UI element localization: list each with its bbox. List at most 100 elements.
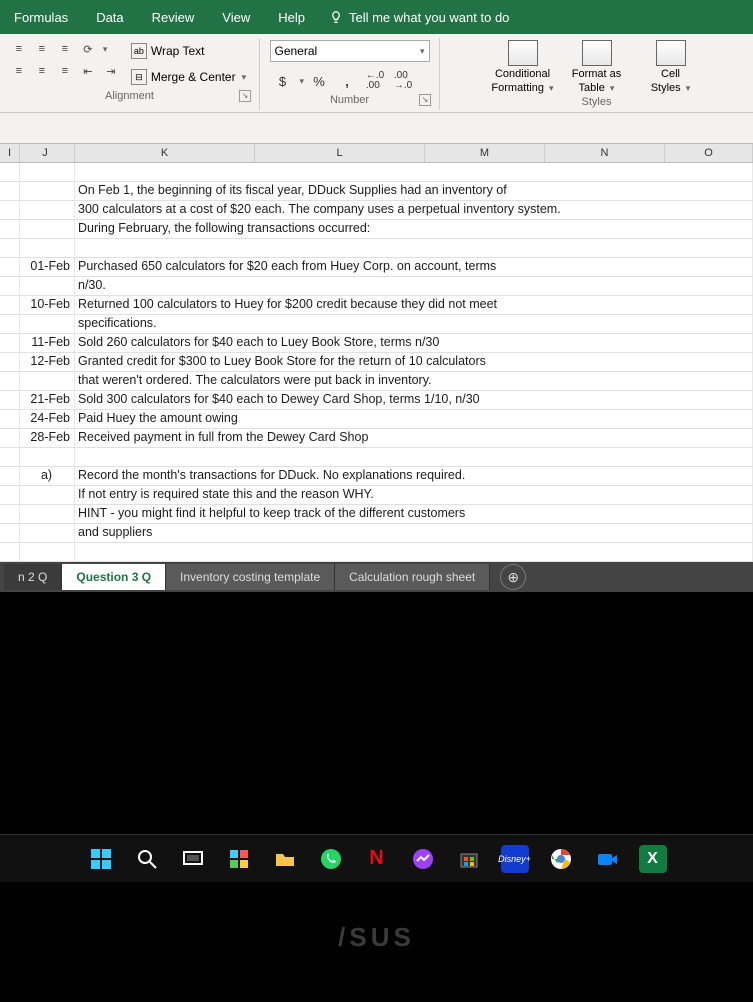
cell-text[interactable]: Granted credit for $300 to Luey Book Sto… [75, 353, 753, 371]
cell-date[interactable]: 21-Feb [20, 391, 75, 409]
conditional-formatting-icon [508, 40, 538, 66]
wrap-text-icon: ab [131, 43, 147, 59]
cell-text[interactable]: specifications. [75, 315, 753, 333]
conditional-formatting-button[interactable]: Conditional Formatting ▾ [491, 40, 555, 94]
sheet-tab-inventory[interactable]: Inventory costing template [166, 564, 335, 590]
laptop-brand-logo: /SUS [0, 902, 753, 972]
sheet-tab-bar: n 2 Q Question 3 Q Inventory costing tem… [0, 562, 753, 592]
cell-text[interactable]: and suppliers [75, 524, 753, 542]
wrap-text-label: Wrap Text [151, 44, 205, 58]
new-sheet-button[interactable]: ⊕ [500, 564, 526, 590]
cell-date[interactable]: 01-Feb [20, 258, 75, 276]
col-I[interactable]: I [0, 144, 20, 162]
cell-text[interactable]: n/30. [75, 277, 753, 295]
cell-text[interactable]: If not entry is required state this and … [75, 486, 753, 504]
format-as-table-button[interactable]: Format as Table ▾ [565, 40, 629, 94]
netflix-icon[interactable]: N [363, 845, 391, 873]
col-J[interactable]: J [20, 144, 75, 162]
col-N[interactable]: N [545, 144, 665, 162]
tab-formulas[interactable]: Formulas [0, 0, 82, 34]
cell-date[interactable]: 24-Feb [20, 410, 75, 428]
lightbulb-icon [329, 10, 343, 24]
start-icon[interactable] [87, 845, 115, 873]
cell-date[interactable]: 11-Feb [20, 334, 75, 352]
ribbon: ≡ ≡ ≡ ⟳ ▾ ≡ ≡ ≡ ⇤ ⇥ [0, 34, 753, 113]
decrease-indent-icon[interactable]: ⇤ [78, 62, 98, 80]
cell-text[interactable]: Received payment in full from the Dewey … [75, 429, 753, 447]
windows-taskbar: N Disney+ X [0, 834, 753, 882]
task-view-icon[interactable] [179, 845, 207, 873]
search-icon[interactable] [133, 845, 161, 873]
cell-text[interactable]: HINT - you might find it helpful to keep… [75, 505, 753, 523]
cs-l2: Styles [651, 82, 681, 94]
widgets-icon[interactable] [225, 845, 253, 873]
cell-text[interactable]: Paid Huey the amount owing [75, 410, 753, 428]
orientation-caret-icon[interactable]: ▾ [103, 44, 108, 55]
number-format-caret-icon: ▾ [420, 46, 425, 57]
messenger-icon[interactable] [409, 845, 437, 873]
merge-center-button[interactable]: ⊟ Merge & Center ▾ [127, 66, 250, 88]
number-format-value: General [275, 44, 318, 58]
tell-me-search[interactable]: Tell me what you want to do [329, 10, 509, 25]
wrap-text-button[interactable]: ab Wrap Text [127, 40, 250, 62]
accounting-caret-icon[interactable]: ▾ [300, 76, 305, 87]
decrease-decimal-button[interactable]: .00→.0 [390, 70, 416, 92]
cell-text[interactable]: Sold 300 calculators for $40 each to Dew… [75, 391, 753, 409]
cell-date[interactable]: 12-Feb [20, 353, 75, 371]
styles-group-label: Styles [446, 94, 747, 110]
col-K[interactable]: K [75, 144, 255, 162]
chrome-icon[interactable] [547, 845, 575, 873]
cond-l1: Conditional [495, 68, 550, 80]
number-dialog-launcher[interactable]: ↘ [419, 94, 431, 106]
cell-date[interactable]: 10-Feb [20, 296, 75, 314]
align-top-icon[interactable]: ≡ [9, 40, 29, 58]
microsoft-store-icon[interactable] [455, 845, 483, 873]
grid[interactable]: On Feb 1, the beginning of its fiscal ye… [0, 163, 753, 562]
increase-indent-icon[interactable]: ⇥ [101, 62, 121, 80]
excel-icon[interactable]: X [639, 845, 667, 873]
sheet-tab-question3[interactable]: Question 3 Q [62, 564, 166, 590]
number-format-dropdown[interactable]: General ▾ [270, 40, 430, 62]
cell-text[interactable]: On Feb 1, the beginning of its fiscal ye… [75, 182, 753, 200]
col-L[interactable]: L [255, 144, 425, 162]
sheet-tab-calc[interactable]: Calculation rough sheet [335, 564, 490, 590]
tab-data[interactable]: Data [82, 0, 137, 34]
tab-view[interactable]: View [208, 0, 264, 34]
comma-button[interactable]: , [334, 70, 360, 92]
col-O[interactable]: O [665, 144, 753, 162]
cell-text[interactable]: 300 calculators at a cost of $20 each. T… [75, 201, 753, 219]
increase-decimal-button[interactable]: ←.0.00 [362, 70, 388, 92]
align-bottom-icon[interactable]: ≡ [55, 40, 75, 58]
align-middle-icon[interactable]: ≡ [32, 40, 52, 58]
camera-icon[interactable] [593, 845, 621, 873]
percent-button[interactable]: % [306, 70, 332, 92]
spreadsheet[interactable]: I J K L M N O On Feb 1, the beginning of… [0, 143, 753, 562]
cell-text[interactable]: Returned 100 calculators to Huey for $20… [75, 296, 753, 314]
cell-styles-button[interactable]: Cell Styles ▾ [639, 40, 703, 94]
accounting-format-button[interactable]: $ [270, 70, 296, 92]
cell-text[interactable]: Record the month's transactions for DDuc… [75, 467, 753, 485]
tab-help[interactable]: Help [264, 0, 319, 34]
alignment-dialog-launcher[interactable]: ↘ [239, 90, 251, 102]
sheet-tab-n2q[interactable]: n 2 Q [4, 564, 62, 590]
merge-label: Merge & Center [151, 70, 236, 84]
cell-text[interactable]: Sold 260 calculators for $40 each to Lue… [75, 334, 753, 352]
cell-text[interactable]: Purchased 650 calculators for $20 each f… [75, 258, 753, 276]
cell-text[interactable]: that weren't ordered. The calculators we… [75, 372, 753, 390]
col-M[interactable]: M [425, 144, 545, 162]
cell-date[interactable]: 28-Feb [20, 429, 75, 447]
number-group-label: Number ↘ [266, 92, 433, 108]
file-explorer-icon[interactable] [271, 845, 299, 873]
orientation-icon[interactable]: ⟳ [78, 40, 98, 58]
cond-l2: Formatting [491, 82, 544, 94]
cell-qlabel[interactable]: a) [20, 467, 75, 485]
disney-icon[interactable]: Disney+ [501, 845, 529, 873]
cell-text[interactable]: During February, the following transacti… [75, 220, 753, 238]
menu-bar: Formulas Data Review View Help Tell me w… [0, 0, 753, 34]
merge-caret-icon[interactable]: ▾ [242, 72, 247, 83]
align-right-icon[interactable]: ≡ [55, 62, 75, 80]
align-center-icon[interactable]: ≡ [32, 62, 52, 80]
align-left-icon[interactable]: ≡ [9, 62, 29, 80]
whatsapp-icon[interactable] [317, 845, 345, 873]
tab-review[interactable]: Review [138, 0, 209, 34]
